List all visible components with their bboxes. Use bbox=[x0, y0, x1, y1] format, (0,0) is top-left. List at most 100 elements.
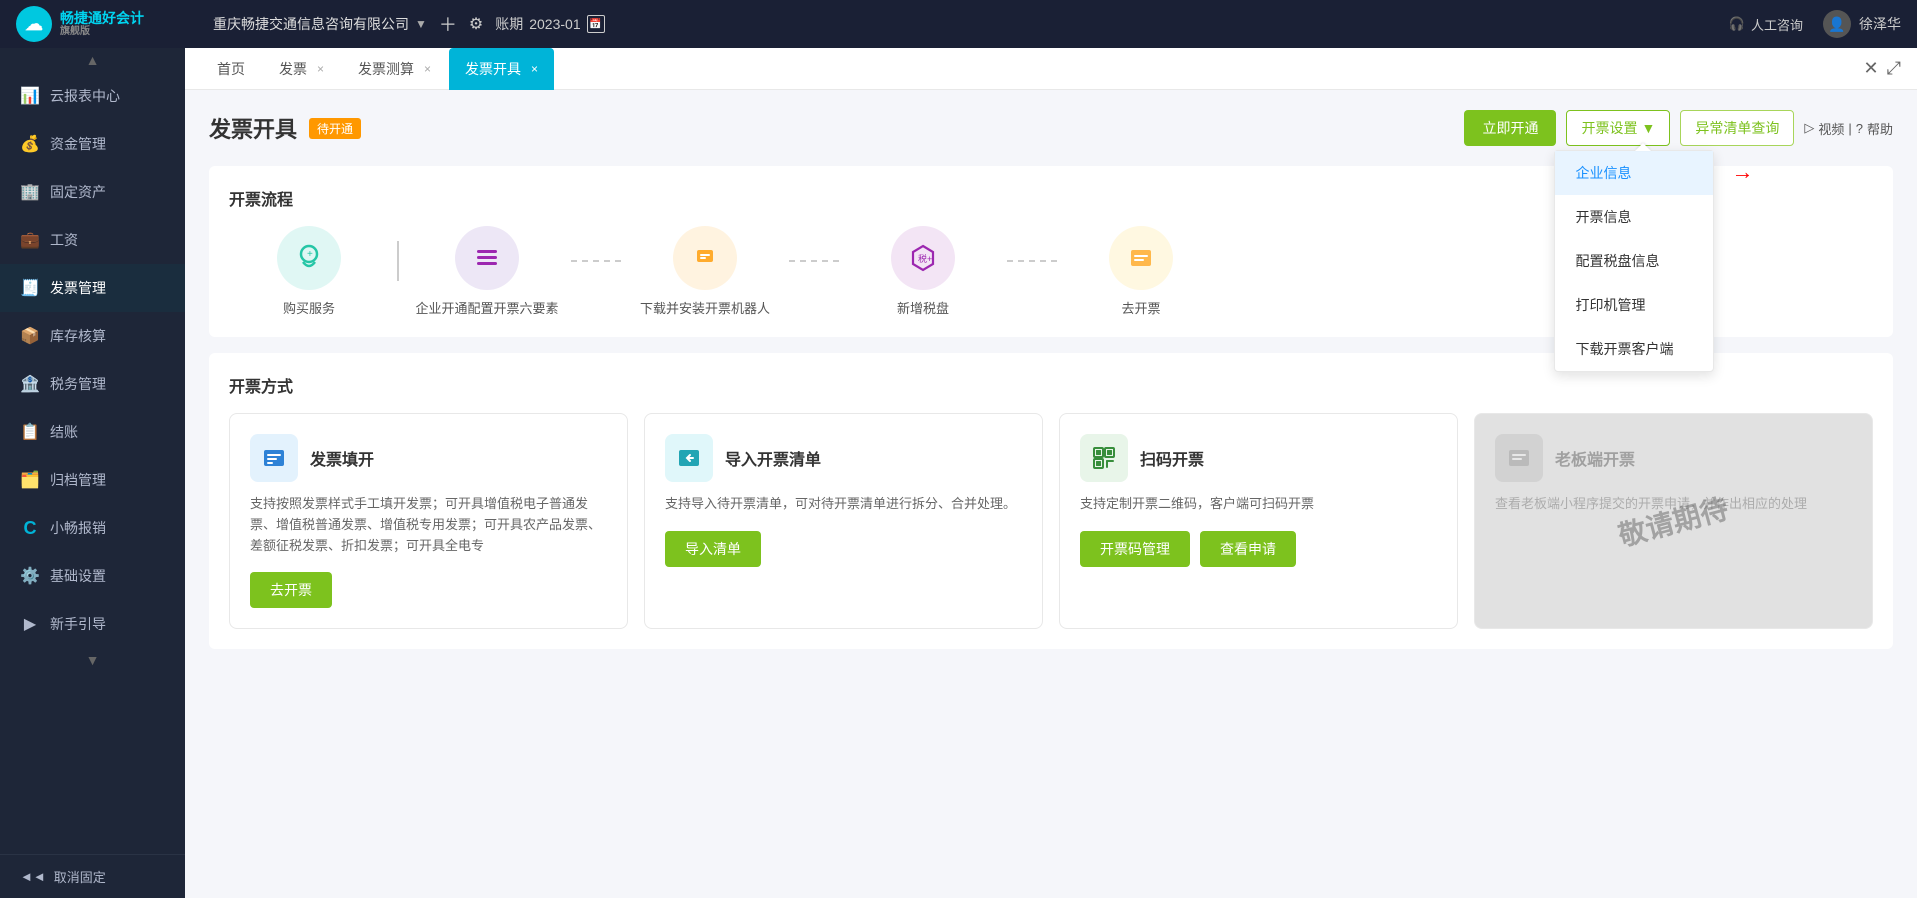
tax-mgmt-icon: 🏦 bbox=[20, 374, 40, 394]
manual-fill-title: 发票填开 bbox=[310, 446, 374, 470]
dropdown-item-invoice-info[interactable]: 开票信息 bbox=[1555, 195, 1713, 239]
video-label: 视频 bbox=[1818, 119, 1844, 138]
view-apply-button[interactable]: 查看申请 bbox=[1200, 531, 1296, 567]
tab-expand-button[interactable]: ⤢ bbox=[1887, 58, 1901, 79]
flow-step-download: 下载并安装开票机器人 bbox=[625, 226, 785, 317]
go-invoice-label: 去开票 bbox=[1121, 298, 1160, 317]
coming-soon-text: 敬请期待 bbox=[1614, 487, 1733, 555]
import-list-title: 导入开票清单 bbox=[725, 446, 821, 470]
top-right: 🎧 人工咨询 👤 徐泽华 bbox=[1729, 10, 1901, 38]
taxdisk-label: 新增税盘 bbox=[897, 298, 949, 317]
invoice-mgmt-icon: 🧾 bbox=[20, 278, 40, 298]
svg-text:税+: 税+ bbox=[918, 253, 932, 264]
add-company-button[interactable]: ＋ bbox=[439, 11, 457, 37]
headset-icon: 🎧 bbox=[1729, 16, 1745, 32]
tab-invoice-issue-close[interactable]: × bbox=[531, 62, 538, 76]
billing-methods-title: 开票方式 bbox=[229, 373, 1873, 397]
basic-settings-icon: ⚙️ bbox=[20, 566, 40, 586]
video-help-button[interactable]: ▷ 视频 | ? 帮助 bbox=[1804, 119, 1893, 138]
sidebar-label-salary: 工资 bbox=[50, 230, 78, 250]
svg-text:+: + bbox=[307, 249, 313, 260]
period-label: 账期 bbox=[495, 14, 523, 34]
manual-fill-icon bbox=[250, 434, 298, 482]
qr-manage-button[interactable]: 开票码管理 bbox=[1080, 531, 1190, 567]
scan-invoice-title: 扫码开票 bbox=[1140, 446, 1204, 470]
sidebar-item-inventory[interactable]: 📦 库存核算 bbox=[0, 312, 185, 360]
tab-bar: 首页 发票 × 发票测算 × 发票开具 × ✕ ⤢ bbox=[185, 48, 1917, 90]
import-list-button[interactable]: 导入清单 bbox=[665, 531, 761, 567]
buy-service-label: 购买服务 bbox=[283, 298, 335, 317]
dropdown-item-tax-disk[interactable]: 配置税盘信息 bbox=[1555, 239, 1713, 283]
company-selector[interactable]: 重庆畅捷交通信息咨询有限公司 ▼ bbox=[213, 14, 427, 34]
manual-fill-button[interactable]: 去开票 bbox=[250, 572, 332, 608]
dropdown-item-printer-mgmt[interactable]: 打印机管理 bbox=[1555, 283, 1713, 327]
tab-invoice[interactable]: 发票 × bbox=[263, 48, 340, 90]
invoice-settings-button[interactable]: 开票设置 ▼ bbox=[1566, 110, 1670, 146]
sidebar-cancel-label: 取消固定 bbox=[54, 867, 106, 886]
fund-mgmt-icon: 💰 bbox=[20, 134, 40, 154]
archive-mgmt-icon: 🗂️ bbox=[20, 470, 40, 490]
import-list-icon bbox=[665, 434, 713, 482]
company-dropdown-arrow: ▼ bbox=[415, 17, 427, 31]
sidebar-item-cloud-report[interactable]: 📊 云报表中心 bbox=[0, 72, 185, 120]
sidebar-item-basic-settings[interactable]: ⚙️ 基础设置 bbox=[0, 552, 185, 600]
sidebar-item-archive-mgmt[interactable]: 🗂️ 归档管理 bbox=[0, 456, 185, 504]
tab-invoice-issue-label: 发票开具 bbox=[465, 59, 521, 79]
tab-invoice-calc-close[interactable]: × bbox=[424, 62, 431, 76]
settings-icon[interactable]: ⚙ bbox=[469, 14, 483, 34]
user-area[interactable]: 👤 徐泽华 bbox=[1823, 10, 1901, 38]
method-card-manual-fill: 发票填开 支持按照发票样式手工填开发票；可开具增值税电子普通发票、增值税普通发票… bbox=[229, 413, 628, 629]
header-actions: 立即开通 开票设置 ▼ 异常清单查询 ▷ 视频 | ? 帮助 bbox=[1464, 110, 1893, 146]
period-area: 账期 2023-01 📅 bbox=[495, 14, 604, 34]
sidebar-item-invoice-mgmt[interactable]: 🧾 发票管理 bbox=[0, 264, 185, 312]
import-list-desc: 支持导入待开票清单，可对待开票清单进行拆分、合并处理。 bbox=[665, 494, 1022, 515]
invoice-settings-dropdown: 企业信息 开票信息 配置税盘信息 打印机管理 下载开票客户端 → bbox=[1554, 150, 1714, 372]
sidebar-item-tax-mgmt[interactable]: 🏦 税务管理 bbox=[0, 360, 185, 408]
tab-home[interactable]: 首页 bbox=[201, 48, 261, 90]
open-now-button[interactable]: 立即开通 bbox=[1464, 110, 1556, 146]
invoice-settings-label: 开票设置 bbox=[1581, 118, 1637, 138]
cloud-report-icon: 📊 bbox=[20, 86, 40, 106]
sidebar-cancel-button[interactable]: ◄◄ 取消固定 bbox=[0, 854, 185, 898]
new-guide-icon: ▶ bbox=[20, 614, 40, 634]
dropdown-item-company-info[interactable]: 企业信息 bbox=[1555, 151, 1713, 195]
play-icon: ▷ bbox=[1804, 120, 1814, 136]
sidebar: ▲ 📊 云报表中心 💰 资金管理 🏢 固定资产 💼 工资 🧾 发票管理 bbox=[0, 48, 185, 898]
scan-invoice-icon bbox=[1080, 434, 1128, 482]
page-content: 发票开具 待开通 立即开通 开票设置 ▼ 异常清单查询 ▷ 视频 bbox=[185, 90, 1917, 898]
sidebar-item-fixed-assets[interactable]: 🏢 固定资产 bbox=[0, 168, 185, 216]
tab-invoice-close[interactable]: × bbox=[317, 62, 324, 76]
tab-home-label: 首页 bbox=[217, 59, 245, 79]
main-layout: ▲ 📊 云报表中心 💰 资金管理 🏢 固定资产 💼 工资 🧾 发票管理 bbox=[0, 48, 1917, 898]
manual-fill-header: 发票填开 bbox=[250, 434, 607, 482]
sidebar-label-xiaochu: 小畅报销 bbox=[50, 518, 106, 538]
sidebar-item-salary[interactable]: 💼 工资 bbox=[0, 216, 185, 264]
sidebar-item-fund-mgmt[interactable]: 💰 资金管理 bbox=[0, 120, 185, 168]
sidebar-label-settlement: 结账 bbox=[50, 422, 78, 442]
dropdown-item-download-client[interactable]: 下载开票客户端 bbox=[1555, 327, 1713, 371]
sidebar-scroll-down[interactable]: ▼ bbox=[0, 648, 185, 672]
logo-main-text: 畅捷通好会计 bbox=[60, 10, 144, 27]
calendar-icon[interactable]: 📅 bbox=[587, 15, 605, 33]
top-bar-left: ☁ 畅捷通好会计 旗舰版 重庆畅捷交通信息咨询有限公司 ▼ ＋ ⚙ 账期 202… bbox=[16, 6, 605, 42]
flow-step-config: 企业开通配置开票六要素 bbox=[407, 226, 567, 317]
method-card-boss-terminal: 老板端开票 查看老板端小程序提交的开票申请，并作出相应的处理 敬请期待 bbox=[1474, 413, 1873, 629]
step-divider-1 bbox=[397, 241, 399, 281]
abnormal-list-button[interactable]: 异常清单查询 bbox=[1680, 110, 1794, 146]
period-value: 2023-01 bbox=[529, 16, 580, 32]
taxdisk-icon: 税+ bbox=[891, 226, 955, 290]
step-connector-1 bbox=[571, 260, 621, 262]
sidebar-item-new-guide[interactable]: ▶ 新手引导 bbox=[0, 600, 185, 648]
flow-step-go-invoice: 去开票 bbox=[1061, 226, 1221, 317]
support-button[interactable]: 🎧 人工咨询 bbox=[1729, 15, 1803, 34]
tab-invoice-issue[interactable]: 发票开具 × bbox=[449, 48, 554, 90]
sidebar-scroll-up[interactable]: ▲ bbox=[0, 48, 185, 72]
tab-invoice-calc[interactable]: 发票测算 × bbox=[342, 48, 447, 90]
tab-bar-actions: ✕ ⤢ bbox=[1864, 58, 1902, 79]
scan-invoice-buttons: 开票码管理 查看申请 bbox=[1080, 531, 1437, 567]
sidebar-item-settlement[interactable]: 📋 结账 bbox=[0, 408, 185, 456]
tab-close-all-button[interactable]: ✕ bbox=[1864, 58, 1879, 79]
top-bar: ☁ 畅捷通好会计 旗舰版 重庆畅捷交通信息咨询有限公司 ▼ ＋ ⚙ 账期 202… bbox=[0, 0, 1917, 48]
sidebar-item-xiaochu[interactable]: C 小畅报销 bbox=[0, 504, 185, 552]
config-label: 企业开通配置开票六要素 bbox=[415, 298, 558, 317]
